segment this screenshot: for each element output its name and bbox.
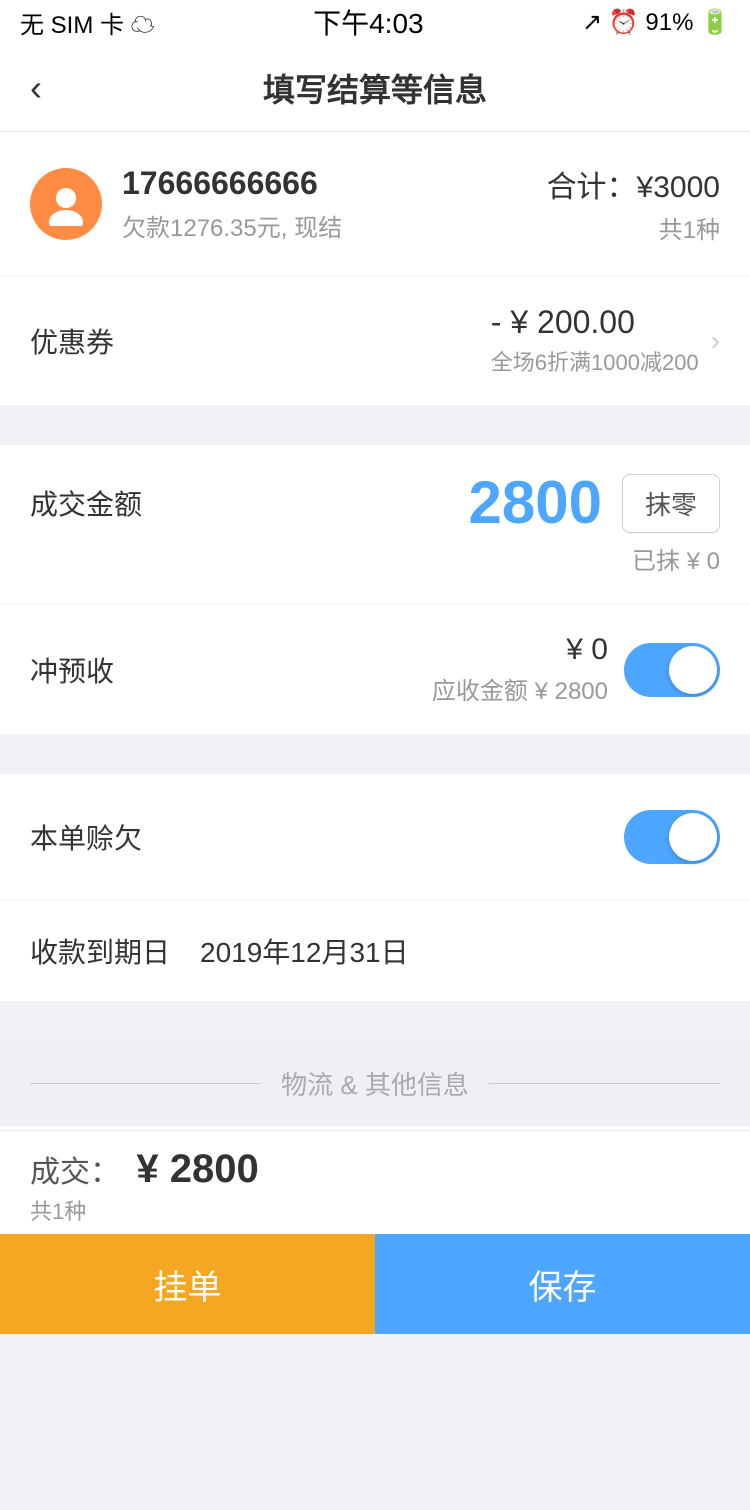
avatar — [30, 168, 102, 240]
user-avatar-icon — [44, 182, 88, 226]
total-count: 共1种 — [547, 210, 720, 245]
sim-status: 无 SIM 卡 ☁ — [20, 5, 155, 40]
deal-amount-section: 成交金额 2800 抹零 已抹 ¥ 0 — [0, 445, 750, 604]
status-left: 无 SIM 卡 ☁ — [20, 5, 155, 40]
debt-card: 本单赊欠 收款到期日 2019年12月31日 — [0, 774, 750, 1001]
due-date-value: 2019年12月31日 — [200, 931, 409, 971]
user-details: 17666666666 欠款1276.35元, 现结 — [122, 165, 342, 243]
chong-yushou-value: ¥ 0 — [432, 633, 608, 667]
total-amount: 合计：¥3000 — [547, 162, 720, 206]
deal-amount-card: 成交金额 2800 抹零 已抹 ¥ 0 冲预收 ¥ 0 应收金额 ¥ 2800 — [0, 445, 750, 734]
coupon-row[interactable]: 优惠券 - ¥ 200.00 全场6折满1000减200 › — [0, 275, 750, 405]
page-title: 填写结算等信息 — [263, 65, 487, 111]
user-total: 合计：¥3000 共1种 — [547, 162, 720, 245]
user-left: 17666666666 欠款1276.35元, 现结 — [30, 165, 342, 243]
status-bar: 无 SIM 卡 ☁ 下午4:03 ↗ ⏰ 91% 🔋 — [0, 0, 750, 44]
chong-yushou-label: 冲预收 — [30, 650, 114, 690]
coupon-right: - ¥ 200.00 全场6折满1000减200 › — [491, 304, 720, 377]
bottom-deal-amount: ¥ 2800 — [136, 1147, 258, 1191]
divider-line-left — [30, 1083, 261, 1084]
save-button[interactable]: 保存 — [375, 1234, 750, 1334]
user-info-row: 17666666666 欠款1276.35元, 现结 合计：¥3000 共1种 — [0, 132, 750, 275]
status-time: 下午4:03 — [313, 2, 424, 42]
back-button[interactable]: ‹ — [30, 67, 42, 109]
due-date-label: 收款到期日 — [30, 931, 170, 971]
hold-button[interactable]: 挂单 — [0, 1234, 375, 1334]
user-sub: 欠款1276.35元, 现结 — [122, 208, 342, 243]
chong-yushou-right: ¥ 0 应收金额 ¥ 2800 — [432, 633, 720, 706]
debt-row: 本单赊欠 — [0, 774, 750, 900]
user-phone: 17666666666 — [122, 165, 342, 202]
due-date-row: 收款到期日 2019年12月31日 — [0, 900, 750, 1001]
status-right: ↗ ⏰ 91% 🔋 — [582, 8, 730, 37]
deal-amount-value: 2800 — [469, 473, 602, 533]
deal-row: 成交金额 2800 抹零 — [30, 473, 720, 533]
coupon-label: 优惠券 — [30, 321, 114, 361]
deal-amount-label: 成交金额 — [30, 483, 142, 523]
debt-toggle[interactable] — [624, 810, 720, 864]
coupon-info: - ¥ 200.00 全场6折满1000减200 — [491, 304, 699, 377]
deal-right: 2800 抹零 — [469, 473, 721, 533]
gray-divider-2 — [0, 754, 750, 774]
bottom-deal-label: 成交： — [30, 1156, 120, 1189]
battery-icon: ↗ ⏰ 91% 🔋 — [582, 8, 730, 37]
chevron-right-icon: › — [711, 325, 720, 357]
chong-yushou-sub: 应收金额 ¥ 2800 — [432, 671, 608, 706]
bottom-bar: 成交： ¥ 2800 共1种 挂单 保存 — [0, 1130, 750, 1334]
round-button[interactable]: 抹零 — [622, 474, 720, 533]
debt-label: 本单赊欠 — [30, 817, 142, 857]
logistics-label: 物流 & 其他信息 — [281, 1065, 469, 1102]
gray-divider-1 — [0, 425, 750, 445]
bottom-deal-row: 成交： ¥ 2800 — [30, 1147, 720, 1192]
divider-line-right — [489, 1083, 720, 1084]
coupon-amount: - ¥ 200.00 — [491, 304, 699, 341]
deal-sub: 已抹 ¥ 0 — [30, 541, 720, 576]
chong-yushou-amount: ¥ 0 应收金额 ¥ 2800 — [432, 633, 608, 706]
bottom-buttons: 挂单 保存 — [0, 1234, 750, 1334]
user-coupon-card: 17666666666 欠款1276.35元, 现结 合计：¥3000 共1种 … — [0, 132, 750, 405]
logistics-divider: 物流 & 其他信息 — [0, 1041, 750, 1126]
bottom-deal-count: 共1种 — [30, 1194, 720, 1226]
bottom-deal-info: 成交： ¥ 2800 共1种 — [0, 1131, 750, 1234]
chong-yushou-row: 冲预收 ¥ 0 应收金额 ¥ 2800 — [0, 604, 750, 734]
gray-divider-3 — [0, 1021, 750, 1041]
nav-bar: ‹ 填写结算等信息 — [0, 44, 750, 132]
coupon-sub: 全场6折满1000减200 — [491, 345, 699, 377]
chong-yushou-toggle[interactable] — [624, 643, 720, 697]
